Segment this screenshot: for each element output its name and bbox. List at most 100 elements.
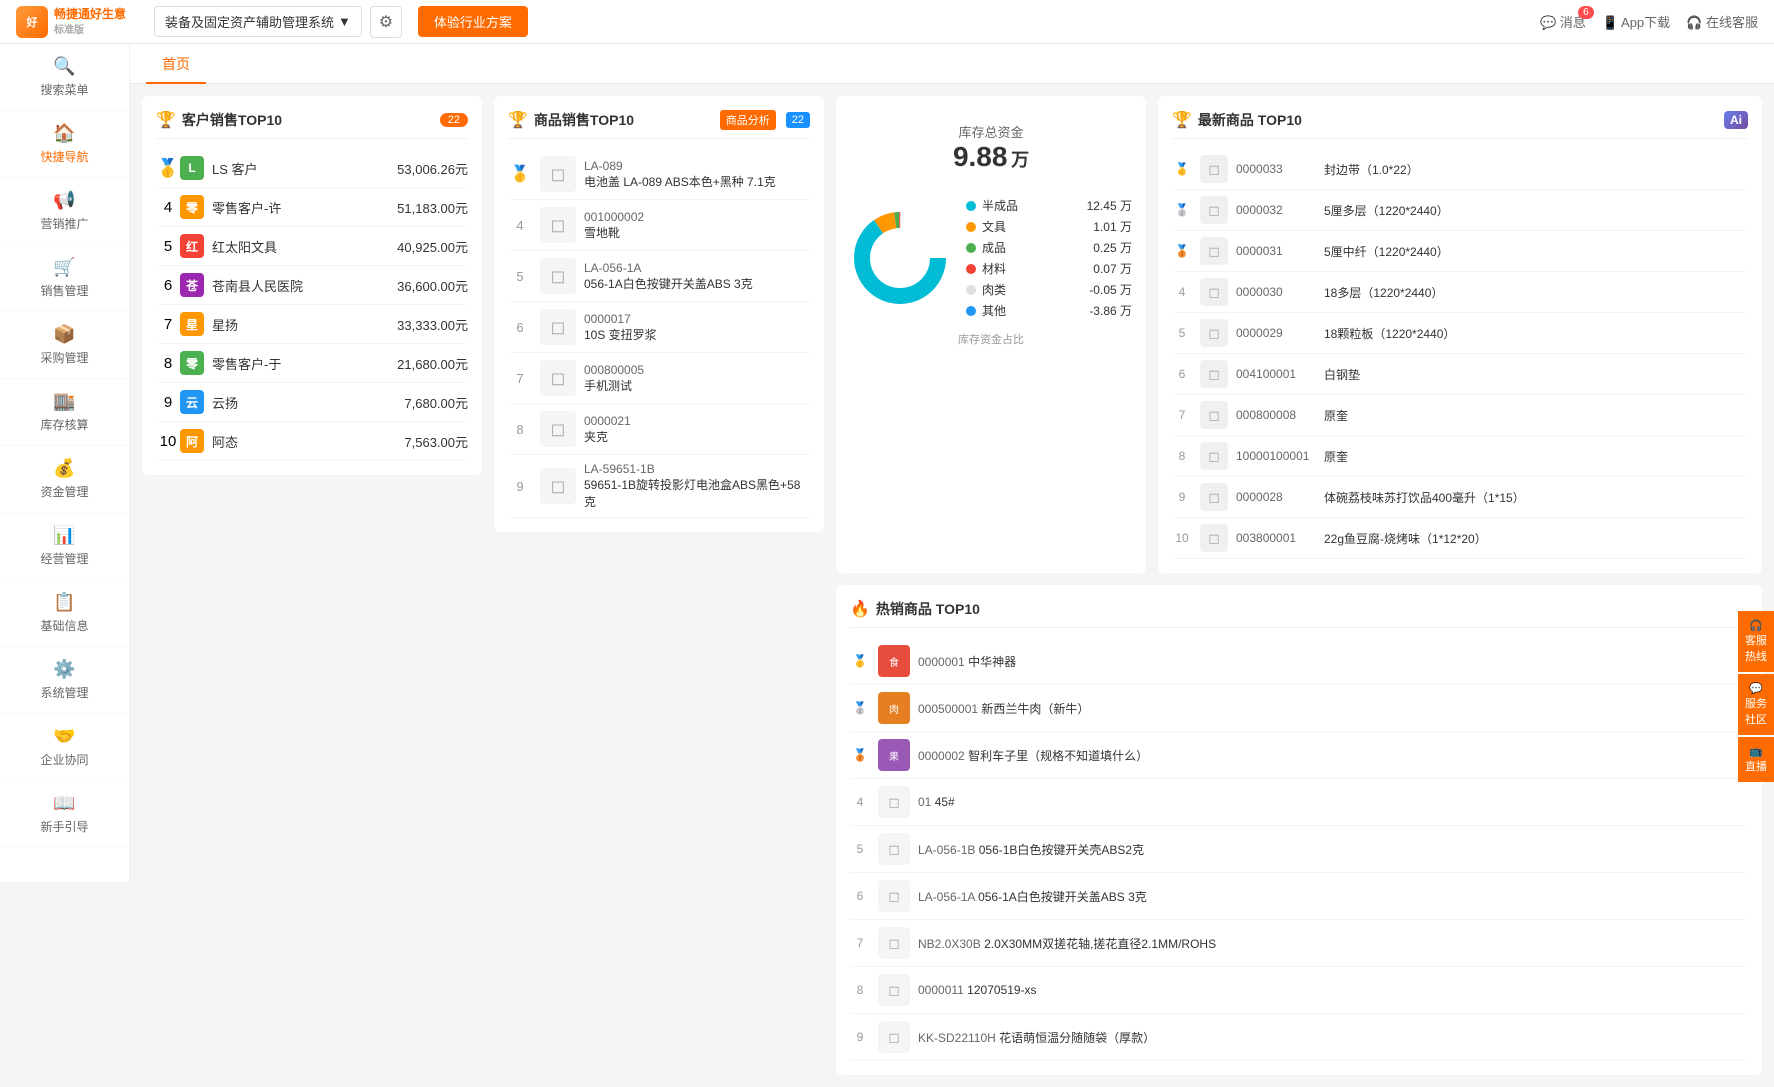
fire-icon: 🔥 — [850, 599, 870, 619]
customer-rank-row: 7 星 星扬 33,333.00元 — [156, 305, 468, 344]
product-icon-2: ◻ — [551, 215, 566, 236]
sidebar-item-system[interactable]: ⚙️ 系统管理 — [0, 647, 129, 714]
online-service-button[interactable]: 🎧 在线客服 — [1686, 12, 1758, 31]
customer-service-button[interactable]: 🎧 客服热线 — [1738, 611, 1774, 672]
prod-placeholder-icon-7: ◻ — [888, 935, 900, 952]
service-community-button[interactable]: 💬 服务社区 — [1738, 674, 1774, 735]
new-name-6: 白钢垫 — [1324, 366, 1748, 383]
customer-rank-row: 10 阿 阿态 7,563.00元 — [156, 422, 468, 461]
legend-val-4: 0.07 万 — [1093, 260, 1132, 277]
home-icon: 🏠 — [53, 123, 75, 144]
hot-code-5: LA-056-1B — [918, 843, 975, 857]
prod-info-7: LA-59651-1B 59651-1B旋转投影灯电池盒ABS黑色+58克 — [584, 462, 810, 510]
hot-prod-row-2: 🥈 肉 000500001 新西兰牛肉（新牛） — [850, 685, 1748, 732]
new-prod-row: 🥉 ◻ 0000031 5厘中纤（1220*2440） — [1172, 231, 1748, 272]
prod-placeholder-icon: ◻ — [1208, 407, 1220, 424]
customer-amount-5: 33,333.00元 — [397, 315, 468, 334]
prod-placeholder-icon-4: ◻ — [888, 794, 900, 811]
system-selector[interactable]: 装备及固定资产辅助管理系统 ▼ — [154, 6, 362, 37]
prod-placeholder-icon: ◻ — [1208, 202, 1220, 219]
new-prod-img-2: ◻ — [1200, 196, 1228, 224]
hot-rank-7: 7 — [850, 936, 870, 950]
app-name: 畅捷通好生意 — [54, 7, 126, 21]
sidebar-item-purchase[interactable]: 📦 采购管理 — [0, 312, 129, 379]
sidebar-label-marketing: 营销推广 — [40, 215, 88, 232]
prod-info-6: 0000021 夹克 — [584, 414, 810, 445]
tab-home[interactable]: 首页 — [146, 44, 206, 84]
sidebar: 🔍 搜索菜单 🏠 快捷导航 📢 营销推广 🛒 销售管理 📦 采购管理 🏬 库存核… — [0, 44, 130, 882]
sidebar-item-inventory[interactable]: 🏬 库存核算 — [0, 379, 129, 446]
hot-prod-img-1: 食 — [878, 645, 910, 677]
search-icon: 🔍 — [53, 56, 75, 77]
sidebar-item-marketing[interactable]: 📢 营销推广 — [0, 178, 129, 245]
new-prod-row: 5 ◻ 0000029 18颗粒板（1220*2440） — [1172, 313, 1748, 354]
stock-legend: 半成品 12.45 万 文具 1.01 万 成品 0 — [966, 197, 1132, 319]
app-download-button[interactable]: 📱 App下载 — [1602, 12, 1670, 31]
prod-name-7: 59651-1B旋转投影灯电池盒ABS黑色+58克 — [584, 476, 810, 510]
main-content: 首页 🏆 客户销售TOP10 22 🥇 L LS 客户 53,006. — [130, 44, 1774, 1087]
page-tabs: 首页 — [130, 44, 1774, 84]
finance-icon: 💰 — [53, 458, 75, 479]
sidebar-item-sales[interactable]: 🛒 销售管理 — [0, 245, 129, 312]
mid-column: 🏆 商品销售TOP10 商品分析 22 🥇 ◻ LA-089 电池盖 LA-08… — [494, 96, 824, 1075]
hot-prod-row-8: 8 ◻ 0000011 12070519-xs — [850, 967, 1748, 1014]
message-button[interactable]: 💬 消息 6 — [1540, 12, 1586, 31]
new-prod-row: 🥇 ◻ 0000033 封边带（1.0*22） — [1172, 149, 1748, 190]
new-products-list: 🥇 ◻ 0000033 封边带（1.0*22） 🥈 ◻ 0000032 5厘多层… — [1172, 149, 1748, 559]
stock-value-display: 9.88 万 — [850, 141, 1132, 173]
prod-rank-num-2: 4 — [508, 218, 532, 233]
product-rank-title: 商品销售TOP10 — [534, 110, 714, 130]
sidebar-item-basics[interactable]: 📋 基础信息 — [0, 580, 129, 647]
customer-name-8: 阿态 — [212, 432, 404, 451]
hot-info-3: 0000002 智利车子里（规格不知道填什么） — [918, 747, 1748, 764]
sidebar-label-sales: 销售管理 — [40, 282, 88, 299]
prod-placeholder-icon: ◻ — [1208, 489, 1220, 506]
new-name-5: 18颗粒板（1220*2440） — [1324, 325, 1748, 342]
live-button[interactable]: 📺 直播 — [1738, 737, 1774, 782]
new-code-1: 0000033 — [1236, 162, 1316, 176]
sidebar-item-finance[interactable]: 💰 资金管理 — [0, 446, 129, 513]
basics-icon: 📋 — [53, 592, 75, 613]
hot-name-4: 45# — [935, 795, 955, 809]
sidebar-item-collab[interactable]: 🤝 企业协同 — [0, 714, 129, 781]
try-button[interactable]: 体验行业方案 — [418, 6, 528, 37]
legend-dot-meat — [966, 285, 976, 295]
customer-name-1: LS 客户 — [212, 159, 397, 178]
sidebar-item-nav[interactable]: 🏠 快捷导航 — [0, 111, 129, 178]
customer-name-4: 苍南县人民医院 — [212, 276, 397, 295]
hot-name-3: 智利车子里（规格不知道填什么） — [968, 749, 1148, 763]
hot-info-2: 000500001 新西兰牛肉（新牛） — [918, 700, 1748, 717]
settings-button[interactable]: ⚙ — [370, 6, 402, 38]
hot-rank-2: 🥈 — [850, 701, 870, 715]
new-name-3: 5厘中纤（1220*2440） — [1324, 243, 1748, 260]
rank-num-7: 9 — [156, 394, 180, 411]
legend-name-2: 文具 — [982, 218, 1093, 235]
new-name-7: 原奎 — [1324, 407, 1748, 424]
new-code-4: 0000030 — [1236, 285, 1316, 299]
sidebar-item-operations[interactable]: 📊 经营管理 — [0, 513, 129, 580]
prod-name-4: 10S 变扭罗浆 — [584, 326, 810, 343]
legend-row-6: 其他 -3.86 万 — [966, 302, 1132, 319]
sidebar-item-guide[interactable]: 📖 新手引导 — [0, 781, 129, 848]
gear-icon: ⚙ — [379, 12, 393, 32]
hot-name-1: 中华神器 — [968, 655, 1016, 669]
rank-num-5: 7 — [156, 316, 180, 333]
hot-code-2: 000500001 — [918, 702, 978, 716]
hot-products-title: 热销商品 TOP10 — [876, 599, 1748, 619]
legend-name-4: 材料 — [982, 260, 1093, 277]
top-right-panels: 库存总资金 9.88 万 — [836, 96, 1762, 573]
sidebar-label-operations: 经营管理 — [40, 550, 88, 567]
customer-rank-header: 🏆 客户销售TOP10 22 — [156, 110, 468, 139]
legend-val-2: 1.01 万 — [1093, 218, 1132, 235]
hot-name-5: 056-1B白色按键开关壳ABS2克 — [979, 843, 1144, 857]
product-rank-row: 7 ◻ 000800005 手机测试 — [508, 353, 810, 404]
prod-placeholder-icon: ◻ — [1208, 366, 1220, 383]
hot-prod-img-6: ◻ — [878, 880, 910, 912]
sidebar-item-search[interactable]: 🔍 搜索菜单 — [0, 44, 129, 111]
float-label-live: 直播 — [1744, 758, 1768, 774]
new-code-10: 003800001 — [1236, 531, 1316, 545]
product-rank-row: 6 ◻ 0000017 10S 变扭罗浆 — [508, 302, 810, 353]
prod-rank-num-6: 8 — [508, 422, 532, 437]
prod-code-6: 0000021 — [584, 414, 810, 428]
prod-name-3: 056-1A白色按键开关盖ABS 3克 — [584, 275, 810, 292]
